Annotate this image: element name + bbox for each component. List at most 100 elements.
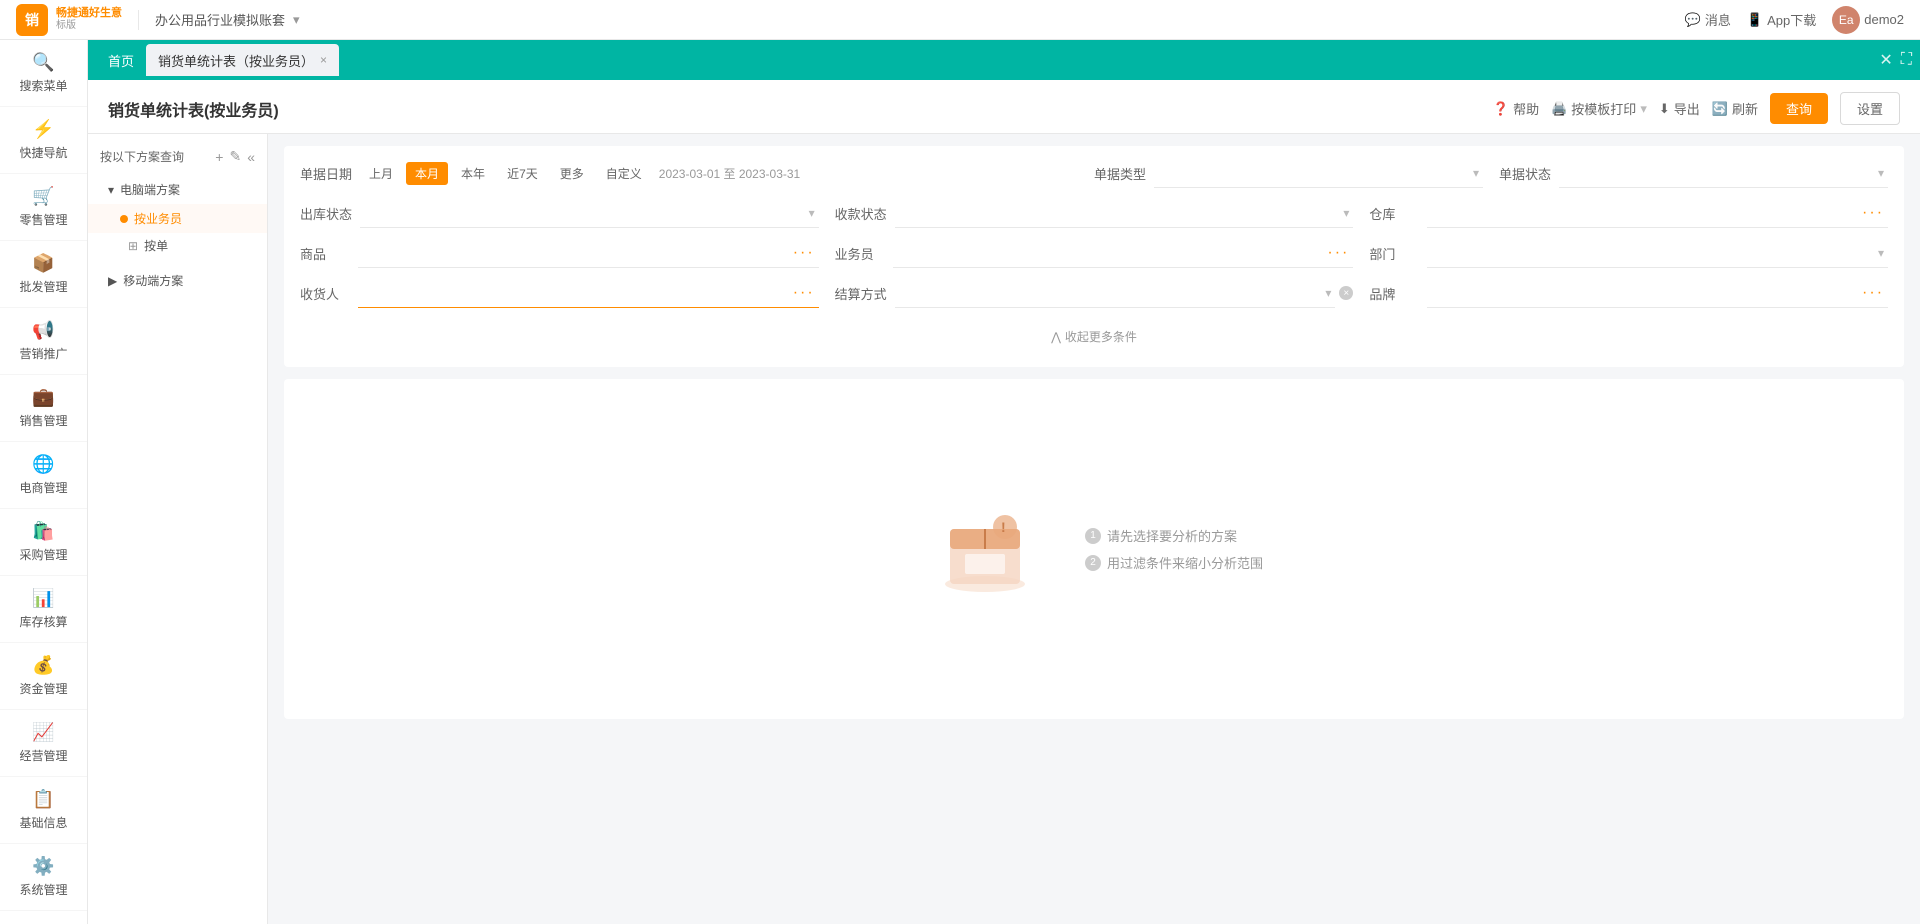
goods-dots-btn[interactable]: ··· [793,244,815,262]
sidebar-label-basic: 基础信息 [19,814,67,831]
svg-text:!: ! [1001,519,1006,535]
sidebar-item-basic[interactable]: 📋 基础信息 [0,777,87,844]
sidebar-label-operation: 经营管理 [19,747,67,764]
brand-label: 品牌 [1369,284,1419,303]
date-label: 单据日期 [300,164,352,183]
sidebar-item-finance[interactable]: 💰 资金管理 [0,643,87,710]
scheme-query-label: 按以下方案查询 [100,148,184,165]
help-btn[interactable]: ❓ 帮助 [1493,99,1539,118]
search-icon: 🔍 [32,52,54,73]
sidebar-label-quick-nav: 快捷导航 [19,144,67,161]
scheme-group-desktop-header[interactable]: ▾ 电脑端方案 [88,175,267,204]
page-actions: ❓ 帮助 🖨️ 按模板打印 ▾ ⬇ 导出 🔄 刷新 [1493,92,1900,125]
company-dropdown-icon[interactable]: ▾ [293,12,300,28]
sidebar-item-marketing[interactable]: 📢 营销推广 [0,308,87,375]
sidebar-item-sales[interactable]: 💼 销售管理 [0,375,87,442]
date-btn-custom[interactable]: 自定义 [597,162,651,185]
sidebar-label-purchase: 采购管理 [19,546,67,563]
sidebar-item-inventory[interactable]: 📊 库存核算 [0,576,87,643]
scheme-group-mobile-header[interactable]: ▶ 移动端方案 [88,266,267,295]
message-btn[interactable]: 💬 消息 [1685,10,1731,29]
sidebar-item-retail[interactable]: 🛒 零售管理 [0,174,87,241]
settlement-clear-btn[interactable]: × [1339,286,1353,300]
sidebar-item-enterprise[interactable]: 🤝 企业协同 [0,911,87,924]
brand-dots-btn[interactable]: ··· [1862,284,1884,302]
filter-row-1: 单据日期 上月 本月 本年 近7天 更多 自定义 2023-03-01 至 20… [300,158,1888,188]
tab-active[interactable]: 销货单统计表（按业务员） × [146,44,339,76]
scheme-item-order-label: 按单 [144,237,168,254]
department-select[interactable]: ▾ [1427,238,1888,268]
doc-status-select[interactable]: ▾ [1559,158,1888,188]
empty-state: ! 1 请先选择要分析的方案 2 [284,419,1904,679]
settlement-dropdown-icon: ▾ [1325,286,1331,300]
sidebar-item-ecommerce[interactable]: 🌐 电商管理 [0,442,87,509]
sidebar-label-finance: 资金管理 [19,680,67,697]
add-scheme-btn[interactable]: + [215,149,223,165]
scheme-group-desktop: ▾ 电脑端方案 按业务员 ⊞ 按单 [88,171,267,262]
sidebar-item-purchase[interactable]: 🛍️ 采购管理 [0,509,87,576]
operation-icon: 📈 [32,722,54,743]
maximize-btn[interactable]: ⛶ [1901,51,1912,69]
right-panel: 单据日期 上月 本月 本年 近7天 更多 自定义 2023-03-01 至 20… [268,134,1920,924]
date-btn-this-year[interactable]: 本年 [452,162,494,185]
salesman-label: 业务员 [835,244,885,263]
scheme-item-by-order[interactable]: ⊞ 按单 [88,233,267,258]
collapse-panel-btn[interactable]: « [247,149,255,165]
scheme-item-salesman[interactable]: 按业务员 [88,204,267,233]
print-btn[interactable]: 🖨️ 按模板打印 ▾ [1551,99,1647,118]
refresh-btn[interactable]: 🔄 刷新 [1712,99,1758,118]
date-btn-last-7days[interactable]: 近7天 [498,162,547,185]
filter-salesman: 业务员 ··· [835,238,1354,268]
close-window-btn[interactable]: ✕ [1879,50,1892,70]
sidebar-label-inventory: 库存核算 [19,613,67,630]
receiver-dots-btn[interactable]: ··· [793,284,815,302]
filter-doc-type: 单据类型 ▾ [1094,158,1483,188]
sidebar-item-operation[interactable]: 📈 经营管理 [0,710,87,777]
date-range-display: 2023-03-01 至 2023-03-31 [659,165,800,182]
sidebar-item-quick-nav[interactable]: ⚡ 快捷导航 [0,107,87,174]
outbound-select[interactable]: ▾ [360,198,819,228]
sidebar: 🔍 搜索菜单 ⚡ 快捷导航 🛒 零售管理 📦 批发管理 📢 营销推广 💼 销售管… [0,40,88,924]
filter-outbound: 出库状态 ▾ [300,198,819,228]
warehouse-field[interactable]: ··· [1427,198,1888,228]
receiver-label: 收货人 [300,284,350,303]
sidebar-label-search: 搜索菜单 [19,77,67,94]
filter-settlement: 结算方式 ▾ × [835,278,1354,308]
empty-state-content: ! 1 请先选择要分析的方案 2 [925,499,1263,599]
salesman-field[interactable]: ··· [893,238,1354,268]
sales-icon: 💼 [32,387,54,408]
tab-close-btn[interactable]: × [320,53,327,67]
sidebar-item-search[interactable]: 🔍 搜索菜单 [0,40,87,107]
date-btn-this-month[interactable]: 本月 [406,162,448,185]
export-btn[interactable]: ⬇ 导出 [1659,99,1700,118]
page-header: 销货单统计表(按业务员) ❓ 帮助 🖨️ 按模板打印 ▾ ⬇ 导出 [88,80,1920,134]
doc-type-select[interactable]: ▾ [1154,158,1483,188]
company-name[interactable]: 办公用品行业模拟账套 [155,10,285,29]
sidebar-item-system[interactable]: ⚙️ 系统管理 [0,844,87,911]
brand-sub: 标版 [56,20,122,32]
sidebar-label-wholesale: 批发管理 [19,278,67,295]
edit-scheme-btn[interactable]: ✎ [229,148,241,165]
collapse-btn[interactable]: ⋀ 收起更多条件 [300,324,1888,349]
date-btn-last-month[interactable]: 上月 [360,162,402,185]
app-download-btn[interactable]: 📱 App下载 [1747,10,1816,29]
tab-home-label: 首页 [108,51,134,70]
tab-home[interactable]: 首页 [96,44,146,76]
query-button[interactable]: 查询 [1770,93,1828,124]
department-dropdown-icon: ▾ [1878,246,1884,260]
settlement-select[interactable]: ▾ [895,278,1336,308]
goods-field[interactable]: ··· [358,238,819,268]
salesman-dots-btn[interactable]: ··· [1327,244,1349,262]
print-dropdown-icon[interactable]: ▾ [1640,101,1647,117]
filter-row-4: 收货人 ··· 结算方式 [300,278,1888,308]
tab-bar: 首页 销货单统计表（按业务员） × ✕ ⛶ [88,40,1920,80]
settings-button[interactable]: 设置 [1840,92,1900,125]
sidebar-item-wholesale[interactable]: 📦 批发管理 [0,241,87,308]
collapse-row: ⋀ 收起更多条件 [300,318,1888,355]
warehouse-dots-btn[interactable]: ··· [1862,204,1884,222]
brand-field[interactable]: ··· [1427,278,1888,308]
user-profile[interactable]: Ea demo2 [1832,6,1904,34]
date-btn-more[interactable]: 更多 [551,162,593,185]
payment-status-select[interactable]: ▾ [895,198,1354,228]
receiver-field[interactable]: ··· [358,278,819,308]
